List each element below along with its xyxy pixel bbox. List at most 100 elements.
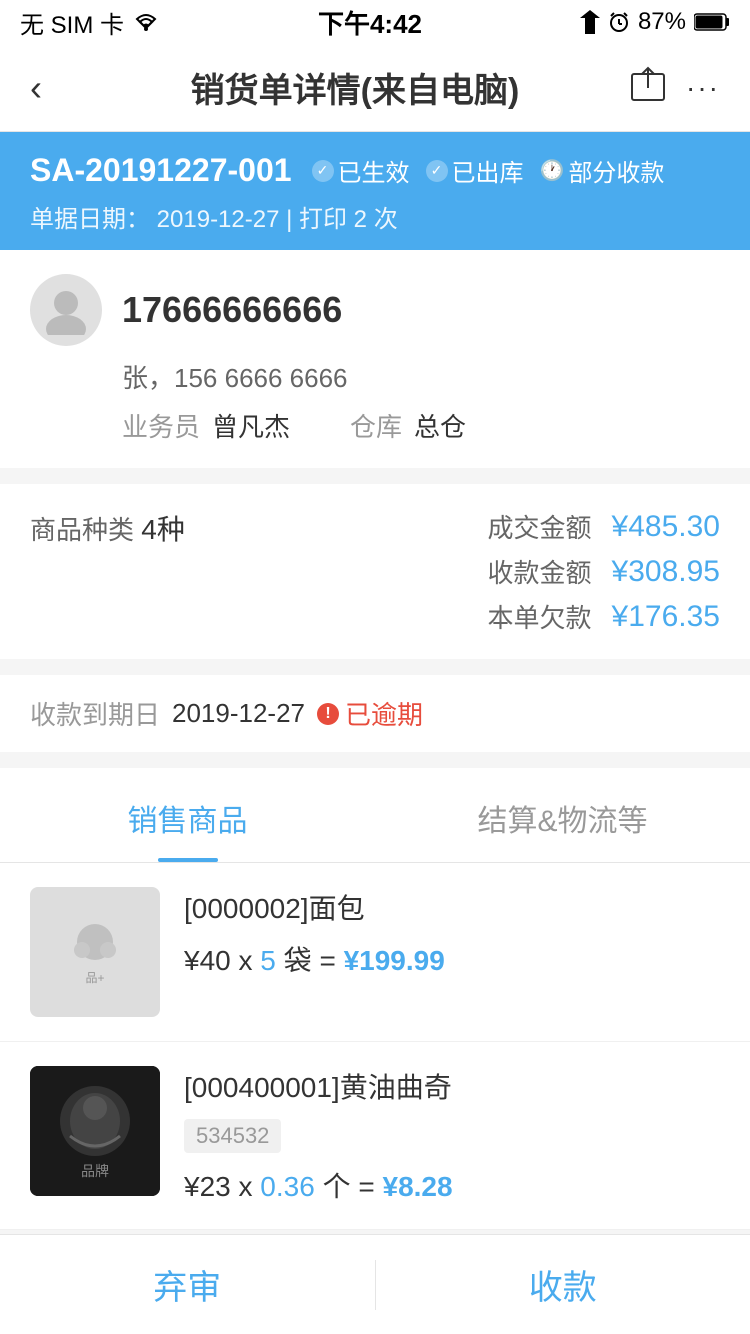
price-x-2: x — [239, 1171, 261, 1202]
product-item-2: 品牌 [000400001]黄油曲奇 534532 ¥23 x 0.36 个 =… — [0, 1042, 750, 1230]
product-tag-2: 534532 — [184, 1119, 281, 1153]
svg-text:品牌: 品牌 — [81, 1163, 109, 1179]
due-date: 2019-12-27 — [172, 698, 305, 729]
debt-row: 本单欠款 ¥176.35 — [488, 598, 720, 635]
customer-name-row: 17666666666 — [30, 274, 720, 346]
status-left: 无 SIM 卡 — [20, 5, 160, 40]
product-thumb-1: 品+ — [30, 887, 160, 1017]
product-item: 品+ [0000002]面包 ¥40 x 5 袋 = ¥199.99 — [0, 863, 750, 1042]
svg-text:品+: 品+ — [85, 971, 104, 985]
received-label: 收款金额 — [488, 553, 592, 590]
tabs-section: 销售商品 结算&物流等 — [0, 768, 750, 863]
order-number: SA-20191227-001 — [30, 152, 292, 189]
more-icon[interactable]: ··· — [686, 72, 720, 104]
check-icon-1: ✓ — [312, 160, 334, 182]
product-name-2: [000400001]黄油曲奇 — [184, 1066, 720, 1106]
overdue-dot-icon: ! — [317, 703, 339, 725]
confirm-button[interactable]: 收款 — [376, 1240, 750, 1329]
bottom-bar: 弃审 收款 — [0, 1234, 750, 1334]
back-button[interactable]: ‹ — [30, 67, 90, 109]
status-partial-text: 部分收款 — [568, 153, 664, 188]
location-icon — [580, 10, 600, 34]
category-label: 商品种类 — [30, 515, 134, 545]
banner-date: 单据日期： 2019-12-27 | 打印 2 次 — [30, 199, 720, 234]
deal-amount: ¥485.30 — [612, 510, 720, 544]
product-info-1: [0000002]面包 ¥40 x 5 袋 = ¥199.99 — [184, 887, 720, 979]
product-image-1-icon: 品+ — [55, 912, 135, 992]
customer-sub: 张，156 6666 6666 — [30, 358, 720, 395]
quantity-2: 0.36 — [260, 1171, 315, 1202]
date-label: 单据日期： — [30, 206, 150, 233]
product-price-row-2: ¥23 x 0.36 个 = ¥8.28 — [184, 1165, 720, 1205]
status-effective: ✓ 已生效 — [312, 153, 410, 188]
print-info: 打印 2 次 — [299, 206, 398, 233]
warehouse-label: 仓库 — [350, 407, 402, 444]
products-section: 品+ [0000002]面包 ¥40 x 5 袋 = ¥199.99 — [0, 863, 750, 1230]
unit-2: 个 — [323, 1171, 351, 1202]
tabs-row: 销售商品 结算&物流等 — [0, 768, 750, 863]
salesperson-meta: 业务员 曾凡杰 — [122, 407, 290, 444]
product-price-row-1: ¥40 x 5 袋 = ¥199.99 — [184, 939, 720, 979]
overdue-text: 已逾期 — [345, 695, 423, 732]
product-thumb-2: 品牌 — [30, 1066, 160, 1196]
salesperson-value: 曾凡杰 — [212, 407, 290, 444]
due-section: 收款到期日 2019-12-27 ! 已逾期 — [0, 675, 750, 752]
alarm-icon — [608, 11, 630, 33]
warehouse-meta: 仓库 总仓 — [350, 407, 466, 444]
equals-1: = — [319, 945, 343, 976]
order-row: SA-20191227-001 ✓ 已生效 ✓ 已出库 🕐 部分收款 — [30, 152, 720, 189]
product-name-1: [0000002]面包 — [184, 887, 720, 927]
stats-amounts: 成交金额 ¥485.30 收款金额 ¥308.95 本单欠款 ¥176.35 — [488, 508, 720, 635]
check-icon-2: ✓ — [426, 160, 448, 182]
page-title: 销货单详情(来自电脑) — [90, 63, 620, 112]
debt-amount: ¥176.35 — [612, 600, 720, 634]
customer-section: 17666666666 张，156 6666 6666 业务员 曾凡杰 仓库 总… — [0, 250, 750, 468]
category-count: 4种 — [141, 514, 185, 545]
received-amount: ¥308.95 — [612, 555, 720, 589]
signal-text: 无 SIM 卡 — [20, 5, 124, 40]
debt-label: 本单欠款 — [488, 598, 592, 635]
customer-meta: 业务员 曾凡杰 仓库 总仓 — [30, 407, 720, 444]
nav-actions: ··· — [620, 66, 720, 110]
received-row: 收款金额 ¥308.95 — [488, 553, 720, 590]
header-banner: SA-20191227-001 ✓ 已生效 ✓ 已出库 🕐 部分收款 单据日期：… — [0, 132, 750, 250]
share-icon[interactable] — [630, 66, 666, 110]
salesperson-label: 业务员 — [122, 407, 200, 444]
deal-row: 成交金额 ¥485.30 — [488, 508, 720, 545]
price-unit-1: ¥40 — [184, 945, 231, 976]
deal-label: 成交金额 — [488, 508, 592, 545]
stats-category: 商品种类 4种 — [30, 508, 185, 548]
equals-2: = — [358, 1171, 382, 1202]
customer-name: 17666666666 — [122, 289, 342, 331]
status-right: 87% — [580, 8, 730, 36]
stats-section: 商品种类 4种 成交金额 ¥485.30 收款金额 ¥308.95 本单欠款 ¥… — [0, 484, 750, 659]
customer-avatar — [30, 274, 102, 346]
status-time: 下午4:42 — [318, 4, 422, 41]
tab-settlement[interactable]: 结算&物流等 — [375, 768, 750, 862]
overdue-badge: ! 已逾期 — [317, 695, 423, 732]
status-bar: 无 SIM 卡 下午4:42 87% — [0, 0, 750, 44]
price-x-1: x — [239, 945, 261, 976]
nav-bar: ‹ 销货单详情(来自电脑) ··· — [0, 44, 750, 132]
warehouse-value: 总仓 — [414, 407, 466, 444]
separator: | — [286, 206, 299, 233]
battery-percent: 87% — [638, 8, 686, 36]
clock-icon: 🕐 — [540, 158, 565, 183]
person-icon — [41, 285, 91, 335]
battery-icon — [694, 13, 730, 31]
due-label: 收款到期日 — [30, 695, 160, 732]
total-2: ¥8.28 — [383, 1171, 453, 1202]
quantity-1: 5 — [260, 945, 276, 976]
status-badges: ✓ 已生效 ✓ 已出库 🕐 部分收款 — [312, 153, 665, 188]
price-unit-2: ¥23 — [184, 1171, 231, 1202]
date-value: 2019-12-27 — [157, 206, 280, 233]
status-shipped: ✓ 已出库 — [426, 153, 524, 188]
status-shipped-text: 已出库 — [452, 153, 524, 188]
unit-1: 袋 — [284, 945, 312, 976]
status-effective-text: 已生效 — [338, 153, 410, 188]
tab-sales-products[interactable]: 销售商品 — [0, 768, 375, 862]
total-1: ¥199.99 — [344, 945, 445, 976]
product-info-2: [000400001]黄油曲奇 534532 ¥23 x 0.36 个 = ¥8… — [184, 1066, 720, 1205]
cancel-button[interactable]: 弃审 — [0, 1240, 375, 1329]
product-image-2-icon: 品牌 — [30, 1066, 160, 1196]
